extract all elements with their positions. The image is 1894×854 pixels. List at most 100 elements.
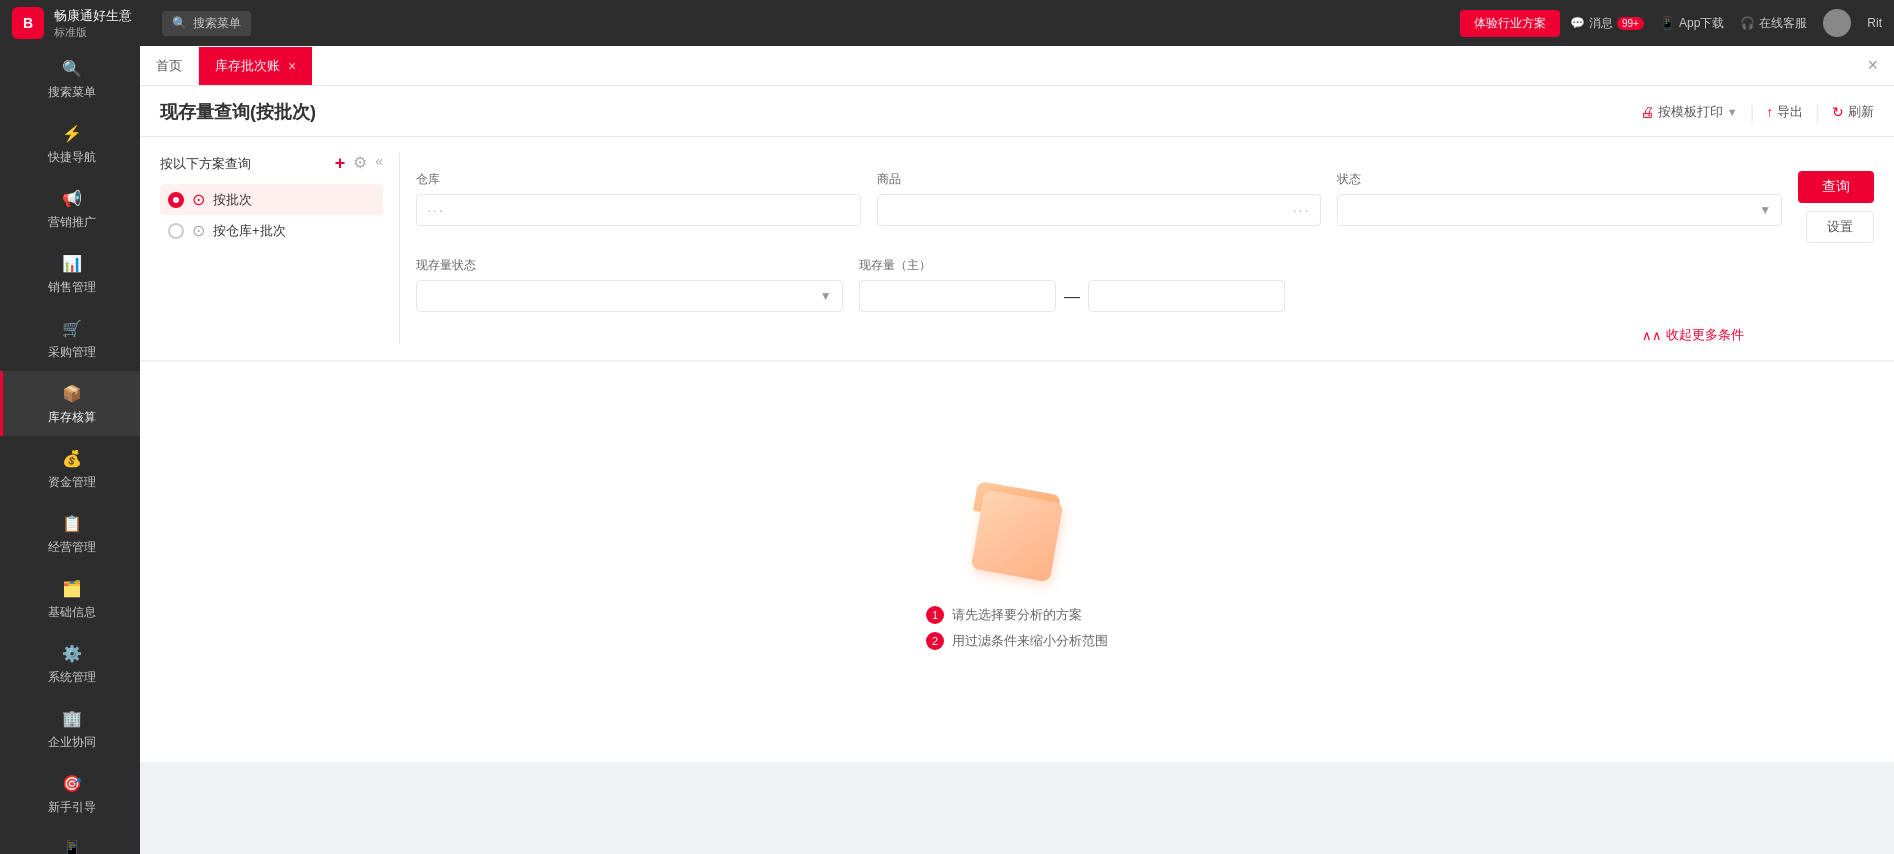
print-template-btn[interactable]: 🖨 按模板打印 ▼ (1640, 103, 1738, 121)
scheme-radio-by-batch (168, 192, 184, 208)
basic-icon: 🗂️ (60, 576, 84, 600)
sidebar-item-search[interactable]: 🔍 搜索菜单 (0, 46, 140, 111)
inventory-qty-max-input[interactable] (1088, 280, 1285, 312)
sidebar-item-system[interactable]: ⚙️ 系统管理 (0, 631, 140, 696)
sidebar-label-enterprise: 企业协同 (48, 734, 96, 751)
action-separator-2: | (1815, 102, 1820, 123)
sidebar-label-sales: 销售管理 (48, 279, 96, 296)
scheme-collapse-icon[interactable]: « (375, 153, 383, 174)
collapse-chevron-icon: ∧∧ (1642, 328, 1662, 343)
sidebar-label-operation: 经营管理 (48, 539, 96, 556)
inventory-status-arrow-icon: ▼ (820, 289, 832, 303)
tab-home[interactable]: 首页 (140, 47, 199, 85)
sidebar-item-marketing[interactable]: 📢 营销推广 (0, 176, 140, 241)
sidebar-item-sales[interactable]: 📊 销售管理 (0, 241, 140, 306)
tab-close-right-btn[interactable]: × (1851, 55, 1894, 76)
app-download-btn[interactable]: 📱 App下载 (1660, 15, 1724, 32)
apps-icon: 📱 (60, 836, 84, 854)
messages-btn[interactable]: 💬 消息 99+ (1570, 15, 1644, 32)
inventory-status-select[interactable]: ▼ (416, 280, 843, 312)
sidebar-item-operation[interactable]: 📋 经营管理 (0, 501, 140, 566)
sidebar-item-basic[interactable]: 🗂️ 基础信息 (0, 566, 140, 631)
sidebar-item-enterprise[interactable]: 🏢 企业协同 (0, 696, 140, 761)
tab-label: 库存批次账 (215, 57, 280, 75)
empty-tip-2: 2 用过滤条件来缩小分析范围 (926, 632, 1108, 650)
tab-close-btn[interactable]: × (288, 59, 296, 73)
filter-row-2: 现存量状态 ▼ 现存量（主） — (416, 257, 1874, 312)
filter-field-product: 商品 ··· (877, 171, 1322, 226)
export-label: 导出 (1777, 103, 1803, 121)
empty-box (971, 490, 1064, 583)
scheme-item-by-batch[interactable]: ⊙ 按批次 (160, 184, 383, 215)
page-title: 现存量查询(按批次) (160, 100, 316, 124)
filter-field-status: 状态 ▼ (1337, 171, 1782, 226)
avatar[interactable] (1823, 9, 1851, 37)
marketing-icon: 📢 (60, 186, 84, 210)
print-icon: 🖨 (1640, 104, 1654, 120)
sidebar-item-apps[interactable]: 📱 应用中心 (0, 826, 140, 854)
online-service-btn[interactable]: 🎧 在线客服 (1740, 15, 1807, 32)
tip-num-1: 1 (926, 606, 944, 624)
export-btn[interactable]: ↑ 导出 (1766, 103, 1803, 121)
sidebar-item-inventory[interactable]: 📦 库存核算 (0, 371, 140, 436)
refresh-icon: ↻ (1832, 104, 1844, 120)
sidebar-label-shortcut: 快捷导航 (48, 149, 96, 166)
message-icon: 💬 (1570, 16, 1585, 30)
status-select[interactable]: ▼ (1337, 194, 1782, 226)
scheme-add-icon[interactable]: + (335, 153, 346, 174)
sidebar-item-guide[interactable]: 🎯 新手引导 (0, 761, 140, 826)
empty-tip-1: 1 请先选择要分析的方案 (926, 606, 1108, 624)
refresh-label: 刷新 (1848, 103, 1874, 121)
sidebar-item-shortcut[interactable]: ⚡ 快捷导航 (0, 111, 140, 176)
search-placeholder: 搜索菜单 (193, 15, 241, 32)
page-header: 现存量查询(按批次) 🖨 按模板打印 ▼ | ↑ 导出 | ↻ (140, 86, 1894, 137)
scheme-icon-by-warehouse-batch: ⊙ (192, 221, 205, 240)
sidebar-item-purchase[interactable]: 🛒 采购管理 (0, 306, 140, 371)
empty-state: 1 请先选择要分析的方案 2 用过滤条件来缩小分析范围 (140, 362, 1894, 762)
enterprise-icon: 🏢 (60, 706, 84, 730)
print-dropdown-icon[interactable]: ▼ (1727, 106, 1738, 118)
sidebar-label-marketing: 营销推广 (48, 214, 96, 231)
collapse-btn[interactable]: ∧∧ 收起更多条件 (1642, 326, 1744, 344)
purchase-icon: 🛒 (60, 316, 84, 340)
scheme-settings-icon[interactable]: ⚙ (353, 153, 367, 174)
finance-icon: 💰 (60, 446, 84, 470)
inventory-qty-dash: — (1064, 288, 1080, 312)
query-button[interactable]: 查询 (1798, 171, 1874, 203)
trial-btn[interactable]: 体验行业方案 (1460, 10, 1560, 37)
refresh-btn[interactable]: ↻ 刷新 (1832, 103, 1874, 121)
scheme-header-label: 按以下方案查询 (160, 155, 251, 173)
sidebar-label-system: 系统管理 (48, 669, 96, 686)
tip-text-2: 用过滤条件来缩小分析范围 (952, 632, 1108, 650)
warehouse-label: 仓库 (416, 171, 861, 188)
guide-icon: 🎯 (60, 771, 84, 795)
scheme-label-by-warehouse-batch: 按仓库+批次 (213, 222, 286, 240)
settings-button[interactable]: 设置 (1806, 211, 1874, 243)
topbar-actions: 💬 消息 99+ 📱 App下载 🎧 在线客服 Rit (1570, 9, 1882, 37)
page-content: 现存量查询(按批次) 🖨 按模板打印 ▼ | ↑ 导出 | ↻ (140, 86, 1894, 854)
search-icon: 🔍 (172, 16, 187, 30)
messages-label: 消息 (1589, 15, 1613, 32)
tip-num-2: 2 (926, 632, 944, 650)
tabbar: 首页 库存批次账 × × (140, 46, 1894, 86)
warehouse-input[interactable]: ··· (416, 194, 861, 226)
sidebar-label-inventory: 库存核算 (48, 409, 96, 426)
tab-inventory-batch[interactable]: 库存批次账 × (199, 47, 312, 85)
content-area: 首页 库存批次账 × × 现存量查询(按批次) 🖨 按模板打印 ▼ | (140, 46, 1894, 854)
topbar-search[interactable]: 🔍 搜索菜单 (162, 11, 251, 36)
sidebar-label-basic: 基础信息 (48, 604, 96, 621)
inventory-status-label: 现存量状态 (416, 257, 843, 274)
inventory-icon: 📦 (60, 381, 84, 405)
collapse-label: 收起更多条件 (1666, 326, 1744, 344)
page-actions: 🖨 按模板打印 ▼ | ↑ 导出 | ↻ 刷新 (1640, 102, 1874, 123)
scheme-radio-by-warehouse-batch (168, 223, 184, 239)
sidebar-label-guide: 新手引导 (48, 799, 96, 816)
action-buttons: 查询 设置 (1798, 171, 1874, 243)
sidebar-item-finance[interactable]: 💰 资金管理 (0, 436, 140, 501)
scheme-icon-by-batch: ⊙ (192, 190, 205, 209)
sales-icon: 📊 (60, 251, 84, 275)
inventory-qty-min-input[interactable] (859, 280, 1056, 312)
scheme-item-by-warehouse-batch[interactable]: ⊙ 按仓库+批次 (160, 215, 383, 246)
sidebar: 🔍 搜索菜单 ⚡ 快捷导航 📢 营销推广 📊 销售管理 🛒 采购管理 📦 库存核… (0, 46, 140, 854)
product-input[interactable]: ··· (877, 194, 1322, 226)
